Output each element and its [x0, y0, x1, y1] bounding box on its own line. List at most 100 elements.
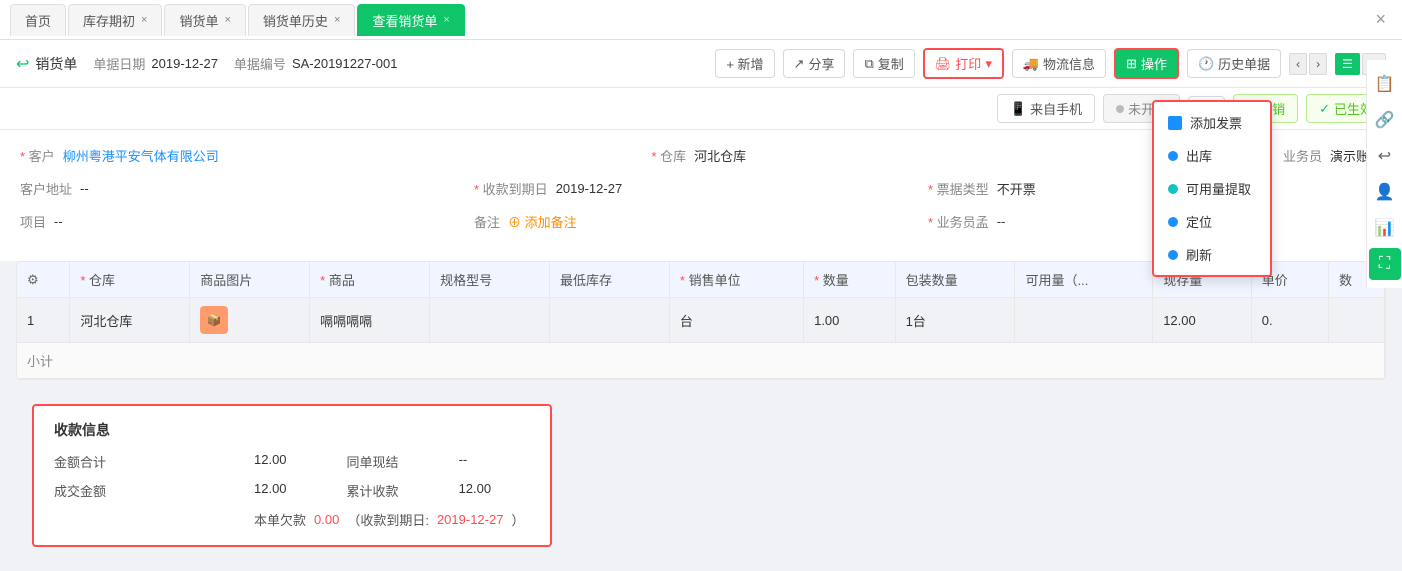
address-label: 客户地址 — [20, 179, 72, 198]
locate-icon — [1168, 217, 1178, 227]
refresh-icon — [1168, 250, 1178, 260]
menu-item-refresh[interactable]: 刷新 — [1154, 238, 1270, 271]
tab-sales-history[interactable]: 销货单历史 × — [248, 4, 355, 36]
copy-button[interactable]: ⧉ 复制 — [853, 49, 914, 78]
customer-label: 客户 — [20, 146, 55, 165]
tab-sales-history-label: 销货单历史 — [263, 11, 328, 30]
tab-inventory-init-close[interactable]: × — [141, 14, 147, 26]
logistics-button-label: 物流信息 — [1043, 54, 1095, 73]
share-button[interactable]: ↗ 分享 — [783, 49, 846, 78]
history-icon: 🕐 — [1198, 56, 1214, 72]
col-settings[interactable]: ⚙ — [17, 262, 70, 298]
cell-current: 12.00 — [1153, 298, 1252, 343]
debt-label: 本单欠款 — [254, 508, 306, 531]
product-image: 📦 — [200, 306, 228, 334]
col-spec: 规格型号 — [430, 262, 550, 298]
tab-sales-order[interactable]: 销货单 × — [164, 4, 245, 36]
sidebar-icon-link[interactable]: 🔗 — [1369, 104, 1401, 136]
col-warehouse: 仓库 — [70, 262, 190, 298]
menu-item-available-pickup[interactable]: 可用量提取 — [1154, 172, 1270, 205]
col-available: 可用量（... — [1015, 262, 1153, 298]
add-remark-icon: ⊕ — [508, 215, 521, 230]
print-button[interactable]: 🖨 打印 ▾ — [923, 48, 1004, 79]
settlement-label: 同单现结 — [347, 450, 399, 473]
global-close-button[interactable]: × — [1369, 9, 1392, 30]
tab-home[interactable]: 首页 — [10, 4, 66, 36]
menu-item-locate[interactable]: 定位 — [1154, 205, 1270, 238]
tab-inventory-init-label: 库存期初 — [83, 11, 135, 30]
menu-item-outbound[interactable]: 出库 — [1154, 139, 1270, 172]
doc-toolbar: + 新增 ↗ 分享 ⧉ 复制 🖨 打印 ▾ 🚚 物流信息 ⊞ 操作 🕐 历史单据… — [715, 48, 1386, 79]
doc-date-field: 单据日期 2019-12-27 — [93, 54, 218, 73]
add-button[interactable]: + 新增 — [715, 49, 774, 78]
summary-grid: 金额合计 12.00 同单现结 -- 成交金额 12.00 累计收款 12.00… — [54, 450, 530, 531]
doc-title: ↩ 销货单 — [16, 54, 77, 74]
sales-label: 业务员孟 — [928, 212, 989, 231]
logistics-button[interactable]: 🚚 物流信息 — [1012, 49, 1106, 78]
address-value: -- — [80, 181, 89, 196]
sidebar-icon-fullscreen[interactable]: ⛶ — [1369, 248, 1401, 280]
col-product-img: 商品图片 — [190, 262, 310, 298]
project-field: 项目 -- — [20, 212, 474, 231]
cell-pkg-qty: 1台 — [895, 298, 1015, 343]
cell-min-stock — [550, 298, 670, 343]
sales-value: -- — [997, 214, 1006, 229]
print-icon: 🖨 — [935, 56, 952, 72]
staff-label: 业务员 — [1283, 146, 1322, 165]
copy-button-label: 复制 — [878, 54, 904, 73]
doc-header: ↩ 销货单 单据日期 2019-12-27 单据编号 SA-20191227-0… — [0, 40, 1402, 88]
locate-label: 定位 — [1186, 212, 1212, 231]
due-end: ） — [511, 508, 524, 531]
view-list-button[interactable]: ☰ — [1335, 53, 1360, 75]
not-open-dot — [1116, 105, 1124, 113]
cell-warehouse: 河北仓库 — [70, 298, 190, 343]
customer-value[interactable]: 柳州粤港平安气体有限公司 — [63, 146, 219, 165]
due-date-field: 收款到期日 2019-12-27 — [474, 179, 928, 198]
col-qty: 数量 — [804, 262, 895, 298]
ticket-type-value: 不开票 — [997, 179, 1036, 198]
cell-index: 1 — [17, 298, 70, 343]
history-button[interactable]: 🕐 历史单据 — [1187, 49, 1281, 78]
sidebar-icon-chart[interactable]: 📊 — [1369, 212, 1401, 244]
right-sidebar: 📋 🔗 ↩ 👤 📊 ⛶ — [1366, 60, 1402, 288]
outbound-icon — [1168, 151, 1178, 161]
due-date-value: 2019-12-27 — [556, 181, 623, 196]
cell-unit: 台 — [669, 298, 803, 343]
debt-empty-label — [54, 508, 254, 531]
add-remark-button[interactable]: ⊕ 添加备注 — [508, 212, 577, 231]
logistics-icon: 🚚 — [1023, 56, 1039, 72]
deal-label: 成交金额 — [54, 479, 254, 502]
sidebar-icon-user[interactable]: 👤 — [1369, 176, 1401, 208]
sidebar-icon-return[interactable]: ↩ — [1369, 140, 1401, 172]
tab-sales-order-label: 销货单 — [179, 11, 218, 30]
remark-label: 备注 — [474, 212, 500, 231]
operation-dropdown: 添加发票 出库 可用量提取 定位 刷新 — [1152, 100, 1272, 277]
tabs-bar-right: × — [1369, 9, 1392, 30]
col-product: 商品 — [310, 262, 430, 298]
tab-sales-order-close[interactable]: × — [224, 14, 230, 26]
tab-view-sales-close[interactable]: × — [443, 14, 449, 26]
deal-value: 12.00 — [254, 479, 287, 502]
refresh-label: 刷新 — [1186, 245, 1212, 264]
available-pickup-label: 可用量提取 — [1186, 179, 1251, 198]
prev-arrow[interactable]: ‹ — [1289, 53, 1307, 75]
operation-button[interactable]: ⊞ 操作 — [1114, 48, 1179, 79]
tab-inventory-init[interactable]: 库存期初 × — [68, 4, 162, 36]
menu-item-add-invoice[interactable]: 添加发票 — [1154, 106, 1270, 139]
settlement-value: -- — [459, 450, 468, 473]
mobile-button[interactable]: 📱 来自手机 — [997, 94, 1095, 123]
amount-value: 12.00 — [254, 450, 287, 473]
add-invoice-icon — [1168, 116, 1182, 130]
cell-spec — [430, 298, 550, 343]
doc-date-value: 2019-12-27 — [151, 56, 218, 71]
tab-sales-history-close[interactable]: × — [334, 14, 340, 26]
cell-product: 嗝嗝嗝嗝 — [310, 298, 430, 343]
settings-icon[interactable]: ⚙ — [27, 272, 39, 287]
share-icon: ↗ — [794, 56, 805, 72]
tab-view-sales[interactable]: 查看销货单 × — [357, 4, 464, 36]
summary-section: 收款信息 金额合计 12.00 同单现结 -- 成交金额 12.00 累计收款 … — [0, 380, 1402, 571]
amount-row: 12.00 同单现结 -- — [254, 450, 530, 473]
sidebar-icon-doc[interactable]: 📋 — [1369, 68, 1401, 100]
next-arrow[interactable]: › — [1309, 53, 1327, 75]
debt-value: 0.00 — [314, 510, 339, 529]
